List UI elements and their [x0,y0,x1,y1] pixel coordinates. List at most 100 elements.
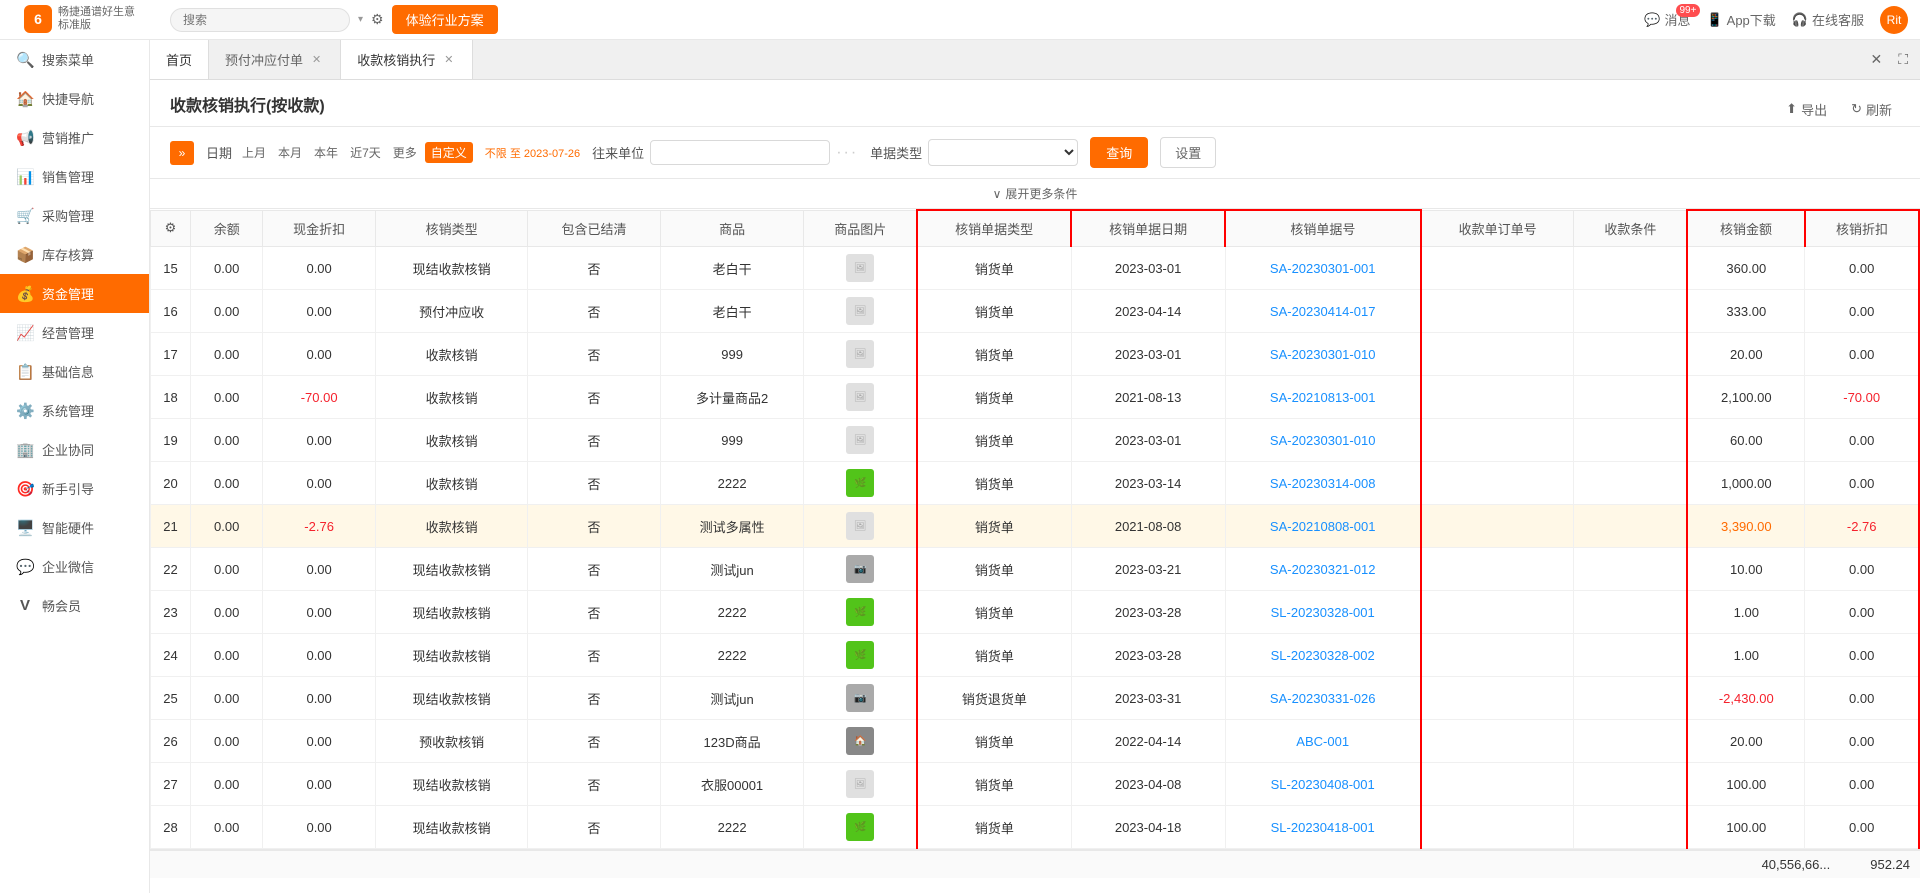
dropdown-arrow-icon[interactable]: ▾ [358,14,363,25]
tab-receipt-offset-label: 收款核销执行 [357,50,435,69]
th-settings[interactable]: ⚙ [151,210,191,247]
table-row[interactable]: 210.00-2.76收款核销否测试多属性🖼销货单2021-08-08SA-20… [151,505,1920,548]
maximize-btn[interactable]: ⛶ [1894,47,1912,72]
sidebar-item-search[interactable]: 🔍 搜索菜单 [0,40,149,79]
tab-prepay-close[interactable]: ✕ [309,52,324,67]
counterpart-input[interactable] [650,140,830,165]
table-row[interactable]: 170.000.00收款核销否999🖼销货单2023-03-01SA-20230… [151,333,1920,376]
tab-receipt-offset[interactable]: 收款核销执行 ✕ [341,40,473,79]
offset-doc-no-cell[interactable]: SA-20210813-001 [1225,376,1421,419]
offset-doc-no-link[interactable]: SA-20230301-010 [1270,347,1376,362]
product-cell: 2222 [660,806,804,849]
table-header-row: ⚙ 余额 现金折扣 核销类型 包含已结清 商品 商品图片 核销单据类型 核销单据… [151,210,1920,247]
product-cell: 多计量商品2 [660,376,804,419]
table-wrapper[interactable]: ⚙ 余额 现金折扣 核销类型 包含已结清 商品 商品图片 核销单据类型 核销单据… [150,209,1920,893]
sidebar-item-hardware[interactable]: 🖥️ 智能硬件 [0,508,149,547]
member-icon: V [16,597,34,614]
sidebar-item-guide[interactable]: 🎯 新手引导 [0,469,149,508]
sidebar-item-operations[interactable]: 📈 经营管理 [0,313,149,352]
query-btn[interactable]: 查询 [1090,137,1148,168]
table-row[interactable]: 220.000.00现结收款核销否测试jun📷销货单2023-03-21SA-2… [151,548,1920,591]
table-row[interactable]: 180.00-70.00收款核销否多计量商品2🖼销货单2021-08-13SA-… [151,376,1920,419]
online-service-btn[interactable]: 🎧 在线客服 [1792,10,1864,29]
offset-doc-no-cell[interactable]: ABC-001 [1225,720,1421,763]
cash-discount-cell: 0.00 [263,591,375,634]
offset-doc-no-cell[interactable]: SA-20230331-026 [1225,677,1421,720]
date-link-last-month[interactable]: 上月 [238,142,270,163]
product-image-cell: 🌿 [804,634,917,677]
tab-receipt-offset-close[interactable]: ✕ [441,52,456,67]
offset-doc-no-cell[interactable]: SA-20210808-001 [1225,505,1421,548]
offset-doc-no-cell[interactable]: SL-20230328-001 [1225,591,1421,634]
sidebar-item-member[interactable]: V 畅会员 [0,586,149,625]
offset-doc-no-link[interactable]: SL-20230328-002 [1271,648,1375,663]
offset-doc-no-link[interactable]: SA-20210813-001 [1270,390,1376,405]
sidebar-item-marketing[interactable]: 📢 营销推广 [0,118,149,157]
offset-doc-no-cell[interactable]: SA-20230321-012 [1225,548,1421,591]
table-row[interactable]: 240.000.00现结收款核销否2222🌿销货单2023-03-28SL-20… [151,634,1920,677]
settings-btn[interactable]: 设置 [1160,137,1216,168]
offset-doc-no-cell[interactable]: SA-20230301-010 [1225,333,1421,376]
refresh-btn[interactable]: ↻ 刷新 [1843,96,1900,123]
sidebar-item-system[interactable]: ⚙️ 系统管理 [0,391,149,430]
offset-doc-no-link[interactable]: ABC-001 [1296,734,1349,749]
offset-doc-no-link[interactable]: SA-20230301-010 [1270,433,1376,448]
offset-doc-no-link[interactable]: SA-20230331-026 [1270,691,1376,706]
date-link-custom[interactable]: 自定义 [425,142,473,163]
table-row[interactable]: 200.000.00收款核销否2222🌿销货单2023-03-14SA-2023… [151,462,1920,505]
export-btn[interactable]: ⬆ 导出 [1778,96,1835,123]
offset-doc-no-link[interactable]: SA-20230414-017 [1270,304,1376,319]
offset-doc-no-link[interactable]: SA-20230321-012 [1270,562,1376,577]
user-avatar[interactable]: Rit [1880,6,1908,34]
offset-doc-no-cell[interactable]: SL-20230408-001 [1225,763,1421,806]
voucher-type-select[interactable] [928,139,1078,166]
sidebar-item-purchase[interactable]: 🛒 采购管理 [0,196,149,235]
expand-more-btn[interactable]: ∨ 展开更多条件 [993,185,1078,202]
table-row[interactable]: 230.000.00现结收款核销否2222🌿销货单2023-03-28SL-20… [151,591,1920,634]
close-window-btn[interactable]: ✕ [1866,47,1886,72]
offset-doc-no-link[interactable]: SL-20230418-001 [1271,820,1375,835]
app-download-btn[interactable]: 📱 App下载 [1706,10,1775,29]
table-row[interactable]: 250.000.00现结收款核销否测试jun📷销货退货单2023-03-31SA… [151,677,1920,720]
offset-doc-no-link[interactable]: SA-20230301-001 [1270,261,1376,276]
filter-expand-btn[interactable]: » [170,141,194,165]
offset-doc-no-link[interactable]: SL-20230408-001 [1271,777,1375,792]
table-row[interactable]: 270.000.00现结收款核销否衣服00001🖼销货单2023-04-08SL… [151,763,1920,806]
offset-doc-no-cell[interactable]: SA-20230301-001 [1225,247,1421,290]
sidebar-item-basic-info[interactable]: 📋 基础信息 [0,352,149,391]
date-link-this-month[interactable]: 本月 [274,142,306,163]
sidebar-item-inventory[interactable]: 📦 库存核算 [0,235,149,274]
table-row[interactable]: 280.000.00现结收款核销否2222🌿销货单2023-04-18SL-20… [151,806,1920,849]
date-link-7days[interactable]: 近7天 [346,142,385,163]
messages-btn[interactable]: 💬 消息 99+ [1644,10,1690,29]
table-row[interactable]: 260.000.00预收款核销否123D商品🏠销货单2022-04-14ABC-… [151,720,1920,763]
sidebar-item-sales[interactable]: 📊 销售管理 [0,157,149,196]
offset-doc-no-cell[interactable]: SA-20230301-010 [1225,419,1421,462]
sidebar-item-quick-nav[interactable]: 🏠 快捷导航 [0,79,149,118]
offset-doc-no-cell[interactable]: SA-20230414-017 [1225,290,1421,333]
date-link-this-year[interactable]: 本年 [310,142,342,163]
search-input[interactable] [170,8,350,32]
offset-amount-cell: 360.00 [1687,247,1805,290]
sidebar-item-enterprise[interactable]: 🏢 企业协同 [0,430,149,469]
industry-btn[interactable]: 体验行业方案 [392,5,498,34]
receipt-terms-cell [1574,548,1687,591]
offset-doc-no-link[interactable]: SA-20210808-001 [1270,519,1376,534]
date-link-more[interactable]: 更多 [389,142,421,163]
tab-home[interactable]: 首页 [150,40,209,79]
tab-prepay[interactable]: 预付冲应付单 ✕ [209,40,341,79]
table-row[interactable]: 190.000.00收款核销否999🖼销货单2023-03-01SA-20230… [151,419,1920,462]
offset-doc-no-cell[interactable]: SA-20230314-008 [1225,462,1421,505]
receipt-terms-cell [1574,505,1687,548]
table-row[interactable]: 160.000.00预付冲应收否老白干🖼销货单2023-04-14SA-2023… [151,290,1920,333]
sidebar-item-label: 快捷导航 [42,89,94,108]
product-image-cell: 🖼 [804,247,917,290]
offset-doc-no-link[interactable]: SL-20230328-001 [1271,605,1375,620]
offset-doc-no-link[interactable]: SA-20230314-008 [1270,476,1376,491]
sidebar-item-wechat[interactable]: 💬 企业微信 [0,547,149,586]
gear-icon[interactable]: ⚙ [371,11,384,28]
table-row[interactable]: 150.000.00现结收款核销否老白干🖼销货单2023-03-01SA-202… [151,247,1920,290]
sidebar-item-finance[interactable]: 💰 资金管理 [0,274,149,313]
offset-doc-no-cell[interactable]: SL-20230328-002 [1225,634,1421,677]
offset-doc-no-cell[interactable]: SL-20230418-001 [1225,806,1421,849]
